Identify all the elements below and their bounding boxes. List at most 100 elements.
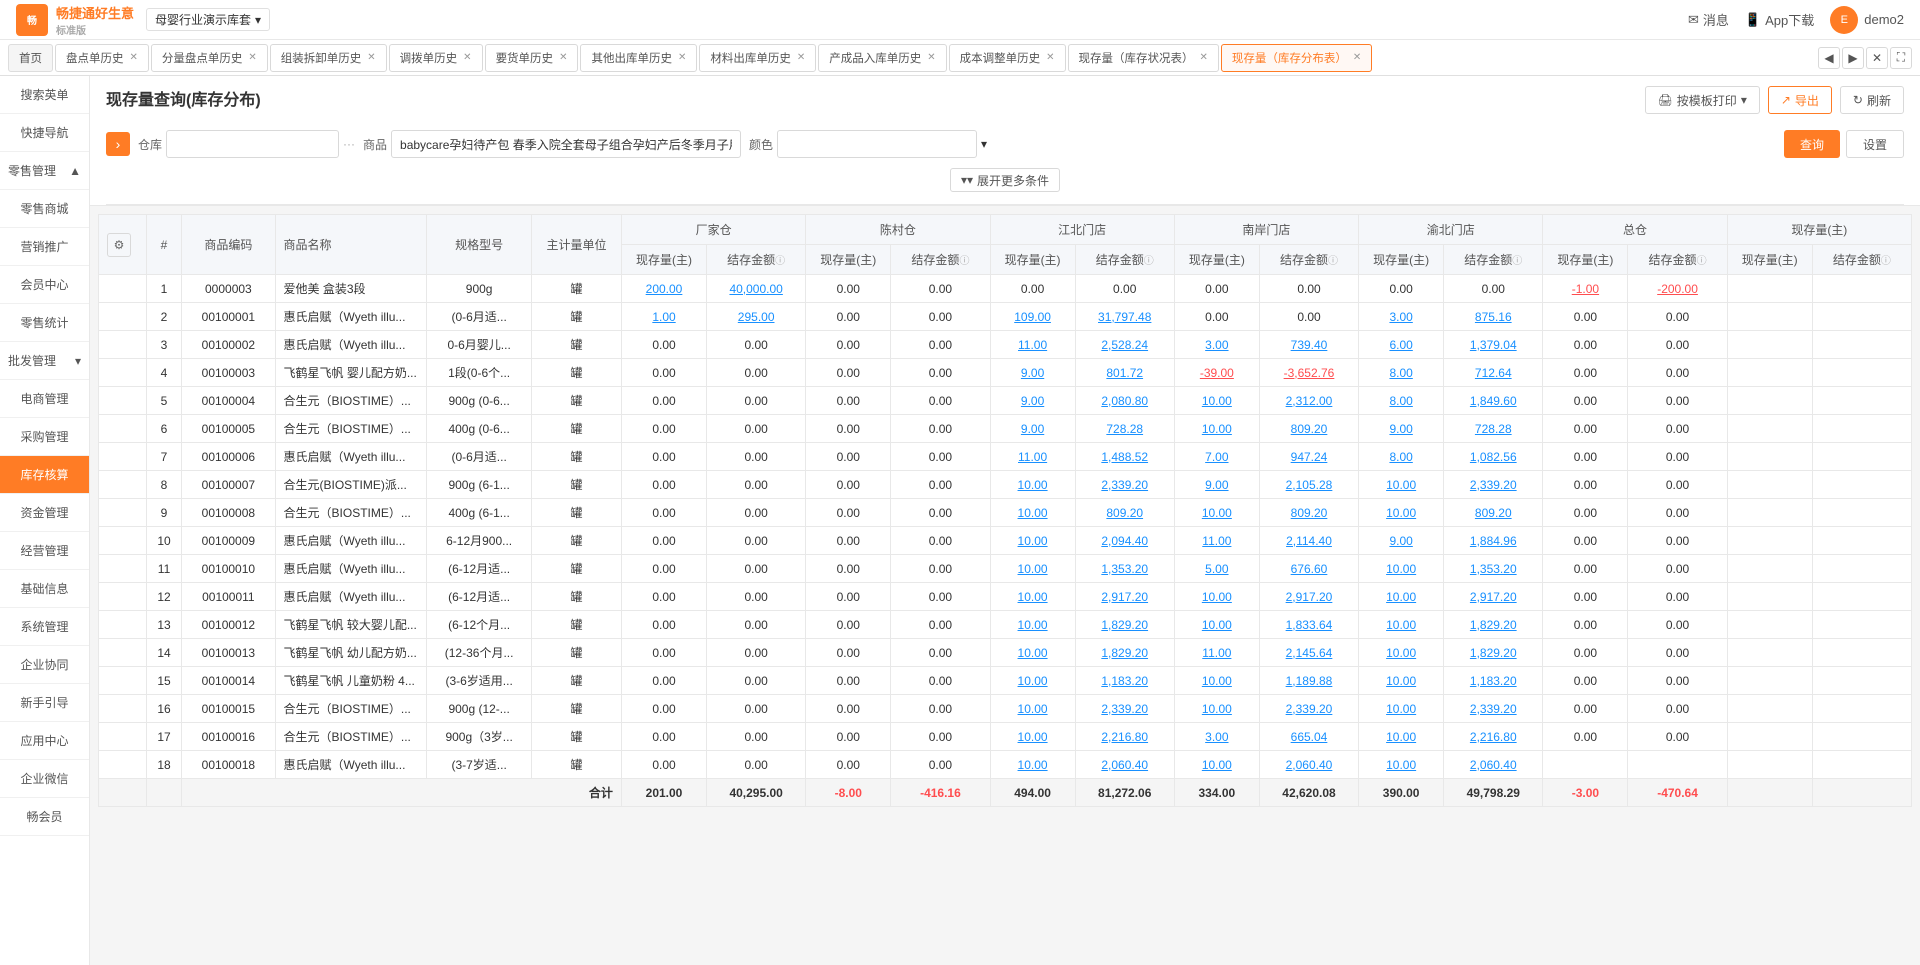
- cell-link[interactable]: 10.00: [1202, 674, 1232, 688]
- cell-link[interactable]: 8.00: [1389, 450, 1412, 464]
- cell-link[interactable]: 1,082.56: [1470, 450, 1517, 464]
- cell-link[interactable]: 728.28: [1475, 422, 1512, 436]
- cell-link[interactable]: 10.00: [1018, 618, 1048, 632]
- cell-link[interactable]: 875.16: [1475, 310, 1512, 324]
- cell-link[interactable]: 2,145.64: [1286, 646, 1333, 660]
- sidebar-item-weixin[interactable]: 企业微信: [0, 760, 89, 798]
- cell-link[interactable]: 9.00: [1021, 422, 1044, 436]
- cell-link[interactable]: 2,528.24: [1101, 338, 1148, 352]
- cell-link[interactable]: 2,917.20: [1101, 590, 1148, 604]
- cell-link[interactable]: 1.00: [652, 310, 675, 324]
- cell-link[interactable]: 2,917.20: [1470, 590, 1517, 604]
- cell-link[interactable]: 10.00: [1018, 562, 1048, 576]
- print-btn[interactable]: 🖨 按模板打印 ▾: [1645, 86, 1760, 114]
- cell-link[interactable]: 2,339.20: [1101, 478, 1148, 492]
- cell-link[interactable]: 31,797.48: [1098, 310, 1151, 324]
- tab-11-close[interactable]: ✕: [1353, 52, 1361, 63]
- cell-link[interactable]: 10.00: [1386, 618, 1416, 632]
- cell-link[interactable]: 809.20: [1291, 506, 1328, 520]
- cell-link[interactable]: 10.00: [1018, 646, 1048, 660]
- cell-link[interactable]: 809.20: [1291, 422, 1328, 436]
- tab-9-close[interactable]: ✕: [1046, 52, 1054, 63]
- cell-link[interactable]: 10.00: [1202, 506, 1232, 520]
- cell-link[interactable]: 1,183.20: [1470, 674, 1517, 688]
- cell-link[interactable]: 10.00: [1386, 478, 1416, 492]
- msg-btn[interactable]: ✉ 消息: [1688, 10, 1729, 29]
- cell-link[interactable]: 809.20: [1475, 506, 1512, 520]
- sidebar-item-system[interactable]: 系统管理: [0, 608, 89, 646]
- cell-link[interactable]: -1.00: [1572, 282, 1599, 296]
- info-icon-7[interactable]: ⓘ: [1881, 256, 1891, 267]
- sidebar-item-app-center[interactable]: 应用中心: [0, 722, 89, 760]
- cell-link[interactable]: 11.00: [1202, 534, 1231, 548]
- cell-link[interactable]: 2,917.20: [1286, 590, 1333, 604]
- sidebar-item-enterprise[interactable]: 企业协同: [0, 646, 89, 684]
- cell-link[interactable]: 3.00: [1205, 338, 1228, 352]
- cell-link[interactable]: 2,060.40: [1470, 758, 1517, 772]
- cell-link[interactable]: 10.00: [1018, 478, 1048, 492]
- cell-link[interactable]: 1,189.88: [1286, 674, 1333, 688]
- info-icon-3[interactable]: ⓘ: [1144, 256, 1154, 267]
- cell-link[interactable]: -200.00: [1657, 282, 1698, 296]
- cell-link[interactable]: 10.00: [1386, 646, 1416, 660]
- query-btn[interactable]: 查询: [1784, 130, 1840, 158]
- cell-link[interactable]: 10.00: [1386, 702, 1416, 716]
- cell-link[interactable]: 8.00: [1389, 394, 1412, 408]
- sidebar-item-shortcut[interactable]: 快捷导航: [0, 114, 89, 152]
- cell-link[interactable]: 11.00: [1018, 450, 1047, 464]
- cell-link[interactable]: 676.60: [1291, 562, 1328, 576]
- info-icon-2[interactable]: ⓘ: [959, 256, 969, 267]
- cell-link[interactable]: 6.00: [1389, 338, 1412, 352]
- tab-5[interactable]: 要货单历史 ✕: [485, 44, 579, 72]
- cell-link[interactable]: 10.00: [1018, 506, 1048, 520]
- cell-link[interactable]: 2,339.20: [1286, 702, 1333, 716]
- cell-link[interactable]: 8.00: [1389, 366, 1412, 380]
- cell-link[interactable]: 1,353.20: [1470, 562, 1517, 576]
- cell-link[interactable]: 2,114.40: [1286, 534, 1332, 548]
- cell-link[interactable]: 9.00: [1389, 422, 1412, 436]
- tab-9[interactable]: 成本调整单历史 ✕: [949, 44, 1066, 72]
- sidebar-item-inventory[interactable]: 库存核算: [0, 456, 89, 494]
- cell-link[interactable]: 10.00: [1386, 730, 1416, 744]
- sidebar-item-purchase[interactable]: 采购管理: [0, 418, 89, 456]
- sidebar-item-vip[interactable]: 畅会员: [0, 798, 89, 836]
- cell-link[interactable]: 801.72: [1106, 366, 1143, 380]
- goods-input[interactable]: [391, 130, 741, 158]
- sidebar-item-wholesale[interactable]: 批发管理 ▾: [0, 342, 89, 380]
- app-download-btn[interactable]: 📱 App下载: [1745, 10, 1814, 29]
- cell-link[interactable]: 200.00: [646, 282, 683, 296]
- tab-2-close[interactable]: ✕: [248, 52, 256, 63]
- info-icon-5[interactable]: ⓘ: [1512, 256, 1522, 267]
- cell-link[interactable]: 10.00: [1386, 758, 1416, 772]
- cell-link[interactable]: 10.00: [1018, 758, 1048, 772]
- tab-4[interactable]: 调拨单历史 ✕: [389, 44, 483, 72]
- cell-link[interactable]: 10.00: [1018, 534, 1048, 548]
- cell-link[interactable]: 1,183.20: [1101, 674, 1148, 688]
- cell-link[interactable]: 1,849.60: [1470, 394, 1517, 408]
- cell-link[interactable]: -39.00: [1200, 366, 1234, 380]
- sidebar-item-basic[interactable]: 基础信息: [0, 570, 89, 608]
- cell-link[interactable]: 2,339.20: [1101, 702, 1148, 716]
- cell-link[interactable]: 2,339.20: [1470, 478, 1517, 492]
- tab-5-close[interactable]: ✕: [559, 52, 567, 63]
- cell-link[interactable]: 2,060.40: [1101, 758, 1148, 772]
- tab-next[interactable]: ▶: [1842, 47, 1864, 69]
- sidebar-item-member[interactable]: 会员中心: [0, 266, 89, 304]
- sidebar-item-marketing[interactable]: 营销推广: [0, 228, 89, 266]
- tab-3[interactable]: 组装拆卸单历史 ✕: [270, 44, 387, 72]
- cell-link[interactable]: 40,000.00: [729, 282, 782, 296]
- color-input[interactable]: [777, 130, 977, 158]
- settings-icon[interactable]: ⚙: [107, 233, 131, 257]
- cell-link[interactable]: 1,829.20: [1101, 646, 1148, 660]
- cell-link[interactable]: 3.00: [1205, 730, 1228, 744]
- cell-link[interactable]: 9.00: [1021, 366, 1044, 380]
- cell-link[interactable]: 2,339.20: [1470, 702, 1517, 716]
- cell-link[interactable]: 665.04: [1291, 730, 1328, 744]
- tab-3-close[interactable]: ✕: [367, 52, 375, 63]
- expand-btn[interactable]: ▾▾ 展开更多条件: [950, 168, 1060, 192]
- warehouse-input[interactable]: [166, 130, 339, 158]
- cell-link[interactable]: 1,488.52: [1101, 450, 1148, 464]
- sidebar-item-retail[interactable]: 零售管理 ▲: [0, 152, 89, 190]
- cell-link[interactable]: 10.00: [1202, 394, 1232, 408]
- company-selector[interactable]: 母婴行业演示库套 ▾: [146, 8, 270, 31]
